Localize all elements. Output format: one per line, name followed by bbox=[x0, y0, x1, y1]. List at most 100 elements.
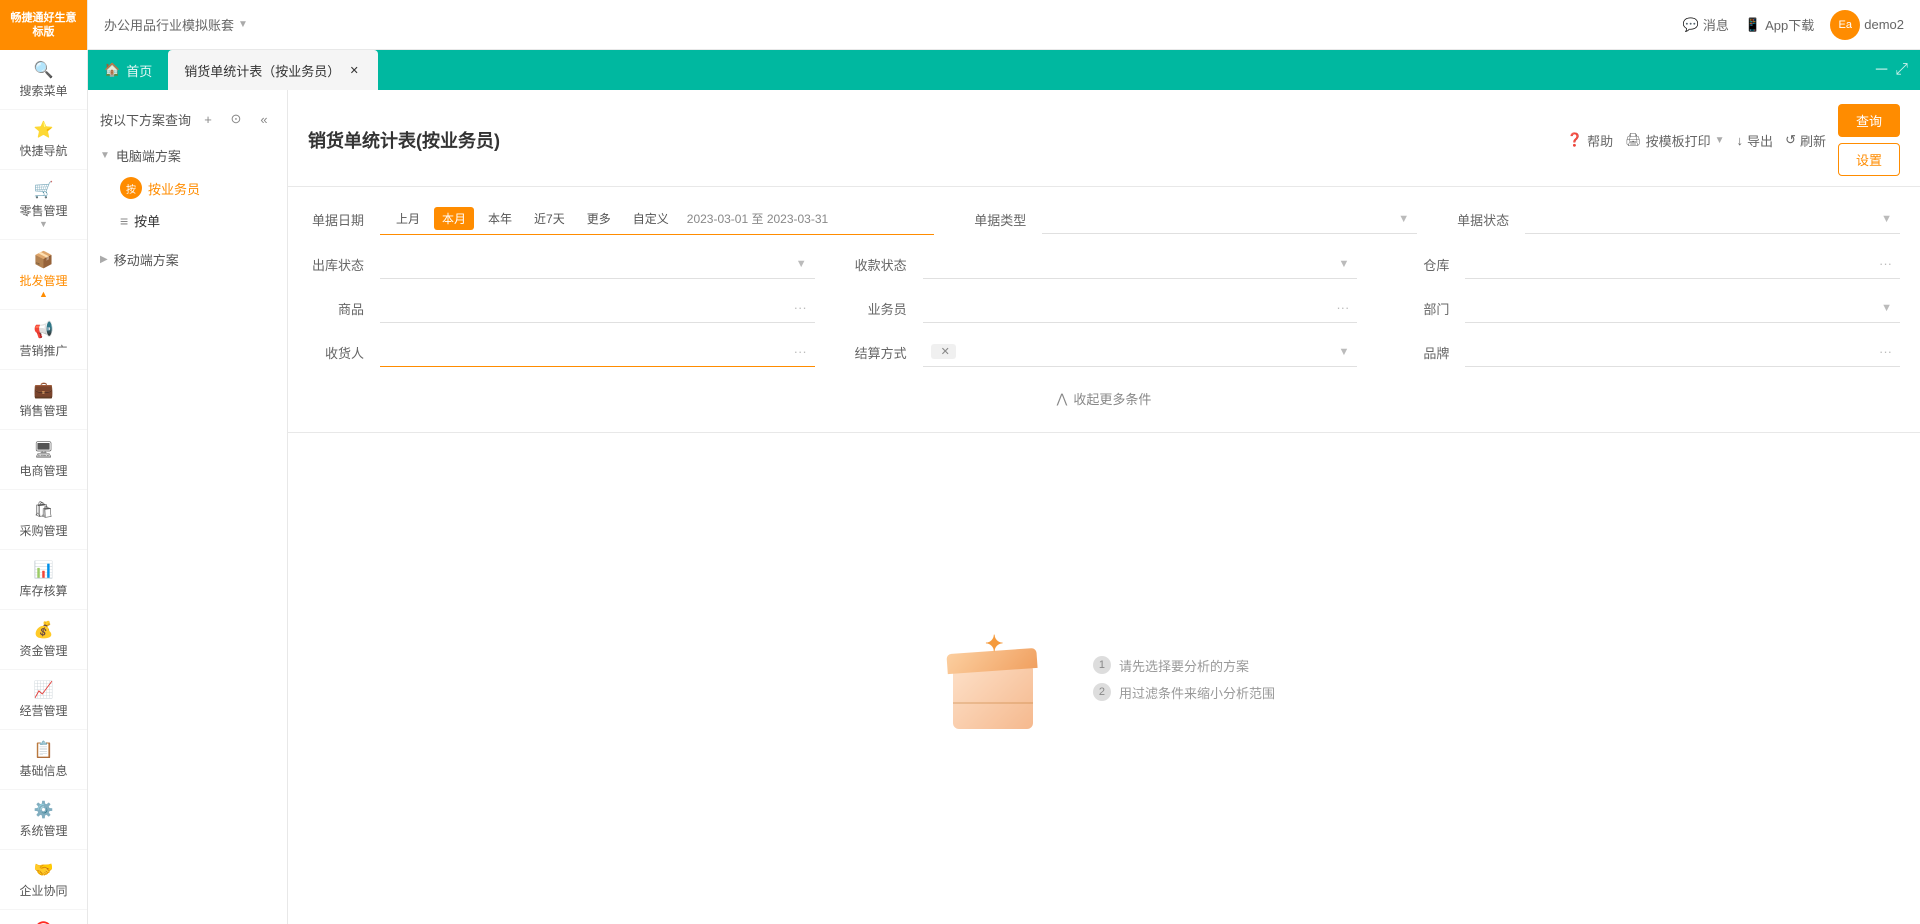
brand-field[interactable]: ··· bbox=[1465, 337, 1900, 367]
tree-pc-header[interactable]: ▼ 电脑端方案 bbox=[88, 140, 287, 171]
sidebar-item-ecommerce[interactable]: 🖥 电商管理 bbox=[0, 430, 87, 490]
recv-status-field[interactable]: ▼ bbox=[923, 249, 1358, 279]
tree-mobile-arrow-icon: ▶ bbox=[100, 254, 108, 265]
doc-status-chevron-icon: ▼ bbox=[1881, 213, 1892, 225]
sidebar-item-retail[interactable]: 🛒 零售管理 ▼ bbox=[0, 170, 87, 240]
doc-status-field[interactable]: ▼ bbox=[1525, 204, 1900, 234]
date-field[interactable]: 上月 本月 本年 近7天 更多 自定义 2023-03-01 至 2023-03… bbox=[380, 203, 934, 235]
sidebar-item-finance[interactable]: 💰 资金管理 bbox=[0, 610, 87, 670]
scheme-panel-actions: + ⊙ « bbox=[197, 108, 275, 130]
sidebar-item-newbie[interactable]: 🎯 新手引导 bbox=[0, 910, 87, 924]
dept-field[interactable]: ▼ bbox=[1465, 293, 1900, 323]
date-btn-custom[interactable]: 自定义 bbox=[625, 207, 677, 230]
recv-status-chevron-icon: ▼ bbox=[1338, 258, 1349, 270]
doc-type-label: 单据类型 bbox=[970, 210, 1026, 229]
export-btn[interactable]: ↓ 导出 bbox=[1737, 131, 1774, 150]
user-menu[interactable]: Ea demo2 bbox=[1830, 10, 1904, 40]
goods-field[interactable]: ··· bbox=[380, 293, 815, 323]
sidebar-item-system[interactable]: ⚙️ 系统管理 bbox=[0, 790, 87, 850]
date-btn-this-month[interactable]: 本月 bbox=[434, 207, 474, 230]
query-btn[interactable]: 查询 bbox=[1838, 104, 1900, 137]
settle-label: 结算方式 bbox=[851, 343, 907, 362]
marketing-icon: 📢 bbox=[34, 320, 54, 340]
edit-scheme-btn[interactable]: ⊙ bbox=[225, 108, 247, 130]
wholesale-icon: 📦 bbox=[34, 250, 54, 270]
order-scheme-icon: ≡ bbox=[120, 213, 128, 229]
date-range-display: 2023-03-01 至 2023-03-31 bbox=[687, 210, 828, 227]
sidebar-item-operation[interactable]: 📈 经营管理 bbox=[0, 670, 87, 730]
collapse-panel-btn[interactable]: « bbox=[253, 108, 275, 130]
topbar: 办公用品行业模拟账套 ▼ 💬 消息 📱 App下载 Ea demo2 bbox=[88, 0, 1920, 50]
tab-home[interactable]: 🏠 首页 bbox=[88, 50, 168, 90]
settle-field[interactable]: ✕ ▼ bbox=[923, 337, 1358, 367]
filter-row-4: 收货人 ··· 结算方式 ✕ ▼ 品牌 ··· bbox=[308, 337, 1900, 367]
date-btn-last-month[interactable]: 上月 bbox=[388, 207, 428, 230]
print-btn[interactable]: 🖨 按模板打印 ▼ bbox=[1625, 131, 1724, 150]
date-btn-7days[interactable]: 近7天 bbox=[526, 207, 573, 230]
newbie-icon: 🎯 bbox=[34, 920, 54, 924]
recv-status-label: 收款状态 bbox=[851, 255, 907, 274]
tree-pc-group: ▼ 电脑端方案 按 按业务员 ≡ 按单 bbox=[88, 136, 287, 240]
account-selector[interactable]: 办公用品行业模拟账套 ▼ bbox=[104, 15, 248, 34]
app-download-btn[interactable]: 📱 App下载 bbox=[1745, 15, 1814, 34]
sidebar-item-basic-info[interactable]: 📋 基础信息 bbox=[0, 730, 87, 790]
message-btn[interactable]: 💬 消息 bbox=[1683, 15, 1729, 34]
date-btn-this-year[interactable]: 本年 bbox=[480, 207, 520, 230]
sidebar-item-marketing[interactable]: 📢 营销推广 bbox=[0, 310, 87, 370]
tree-item-by-order[interactable]: ≡ 按单 bbox=[108, 205, 287, 236]
tab-maximize-icon[interactable]: ⤢ bbox=[1895, 61, 1908, 79]
doc-type-field[interactable]: ▼ bbox=[1042, 204, 1417, 234]
sidebar-item-enterprise[interactable]: 🤝 企业协同 bbox=[0, 850, 87, 910]
sidebar-item-purchase[interactable]: 🛍 采购管理 bbox=[0, 490, 87, 550]
main-area: 办公用品行业模拟账套 ▼ 💬 消息 📱 App下载 Ea demo2 🏠 首页 bbox=[88, 0, 1920, 924]
sidebar-item-sales[interactable]: 💼 销售管理 bbox=[0, 370, 87, 430]
tab-minimize-icon[interactable]: ─ bbox=[1876, 61, 1887, 79]
warehouse-field[interactable]: ··· bbox=[1465, 249, 1900, 279]
hint-1-text: 请先选择要分析的方案 bbox=[1119, 656, 1249, 675]
tree-item-by-salesman[interactable]: 按 按业务员 bbox=[108, 171, 287, 205]
wholesale-arrow-icon: ▲ bbox=[39, 289, 48, 299]
inventory-icon: 📊 bbox=[34, 560, 54, 580]
scheme-panel-header: 按以下方案查询 + ⊙ « bbox=[88, 102, 287, 136]
out-status-label: 出库状态 bbox=[308, 255, 364, 274]
settle-tag-close-icon[interactable]: ✕ bbox=[941, 345, 950, 358]
order-scheme-label: 按单 bbox=[134, 211, 160, 230]
quick-nav-icon: ⭐ bbox=[34, 120, 54, 140]
content-area: 按以下方案查询 + ⊙ « ▼ 电脑端方案 按 按业务员 bbox=[88, 90, 1920, 924]
sidebar-item-quick-nav[interactable]: ⭐ 快捷导航 bbox=[0, 110, 87, 170]
tree-pc-children: 按 按业务员 ≡ 按单 bbox=[88, 171, 287, 236]
setting-btn[interactable]: 设置 bbox=[1838, 143, 1900, 176]
ecommerce-icon: 🖥 bbox=[33, 440, 53, 460]
collapse-filters-btn[interactable]: ⋀ 收起更多条件 bbox=[308, 381, 1900, 416]
date-btn-more[interactable]: 更多 bbox=[579, 207, 619, 230]
doc-type-chevron-icon: ▼ bbox=[1398, 213, 1409, 225]
finance-icon: 💰 bbox=[34, 620, 54, 640]
tab-close-icon[interactable]: ✕ bbox=[346, 62, 362, 78]
salesman-field[interactable]: ··· bbox=[923, 293, 1358, 323]
help-btn[interactable]: ❓ 帮助 bbox=[1567, 131, 1613, 150]
out-status-chevron-icon: ▼ bbox=[796, 258, 807, 270]
sidebar-item-inventory[interactable]: 📊 库存核算 bbox=[0, 550, 87, 610]
export-icon: ↓ bbox=[1737, 133, 1744, 148]
print-icon: 🖨 bbox=[1625, 132, 1642, 148]
sidebar-item-wholesale[interactable]: 📦 批发管理 ▲ bbox=[0, 240, 87, 310]
doc-status-label: 单据状态 bbox=[1453, 210, 1509, 229]
page-title: 销货单统计表(按业务员) bbox=[308, 127, 500, 153]
box-body bbox=[953, 664, 1033, 729]
tree-mobile-label: 移动端方案 bbox=[114, 250, 179, 269]
tree-mobile-group: ▶ 移动端方案 bbox=[88, 240, 287, 279]
receiver-field[interactable]: ··· bbox=[380, 337, 815, 367]
tree-mobile-header[interactable]: ▶ 移动端方案 bbox=[88, 244, 287, 275]
tab-sales-stat[interactable]: 销货单统计表（按业务员） ✕ bbox=[168, 50, 378, 90]
salesman-scheme-dot: 按 bbox=[120, 177, 142, 199]
logo-text: 畅捷通好生意 bbox=[11, 11, 77, 25]
out-status-field[interactable]: ▼ bbox=[380, 249, 815, 279]
refresh-btn[interactable]: ↺ 刷新 bbox=[1785, 131, 1826, 150]
topbar-left: 办公用品行业模拟账套 ▼ bbox=[104, 15, 248, 34]
sidebar-item-search-menu[interactable]: 🔍 搜索菜单 bbox=[0, 50, 87, 110]
dept-chevron-icon: ▼ bbox=[1881, 302, 1892, 314]
add-scheme-btn[interactable]: + bbox=[197, 108, 219, 130]
sales-icon: 💼 bbox=[34, 380, 54, 400]
box-star-icon: ✦ bbox=[985, 631, 1003, 657]
filter-row-1: 单据日期 上月 本月 本年 近7天 更多 自定义 2023-03-01 至 20… bbox=[308, 203, 1900, 235]
